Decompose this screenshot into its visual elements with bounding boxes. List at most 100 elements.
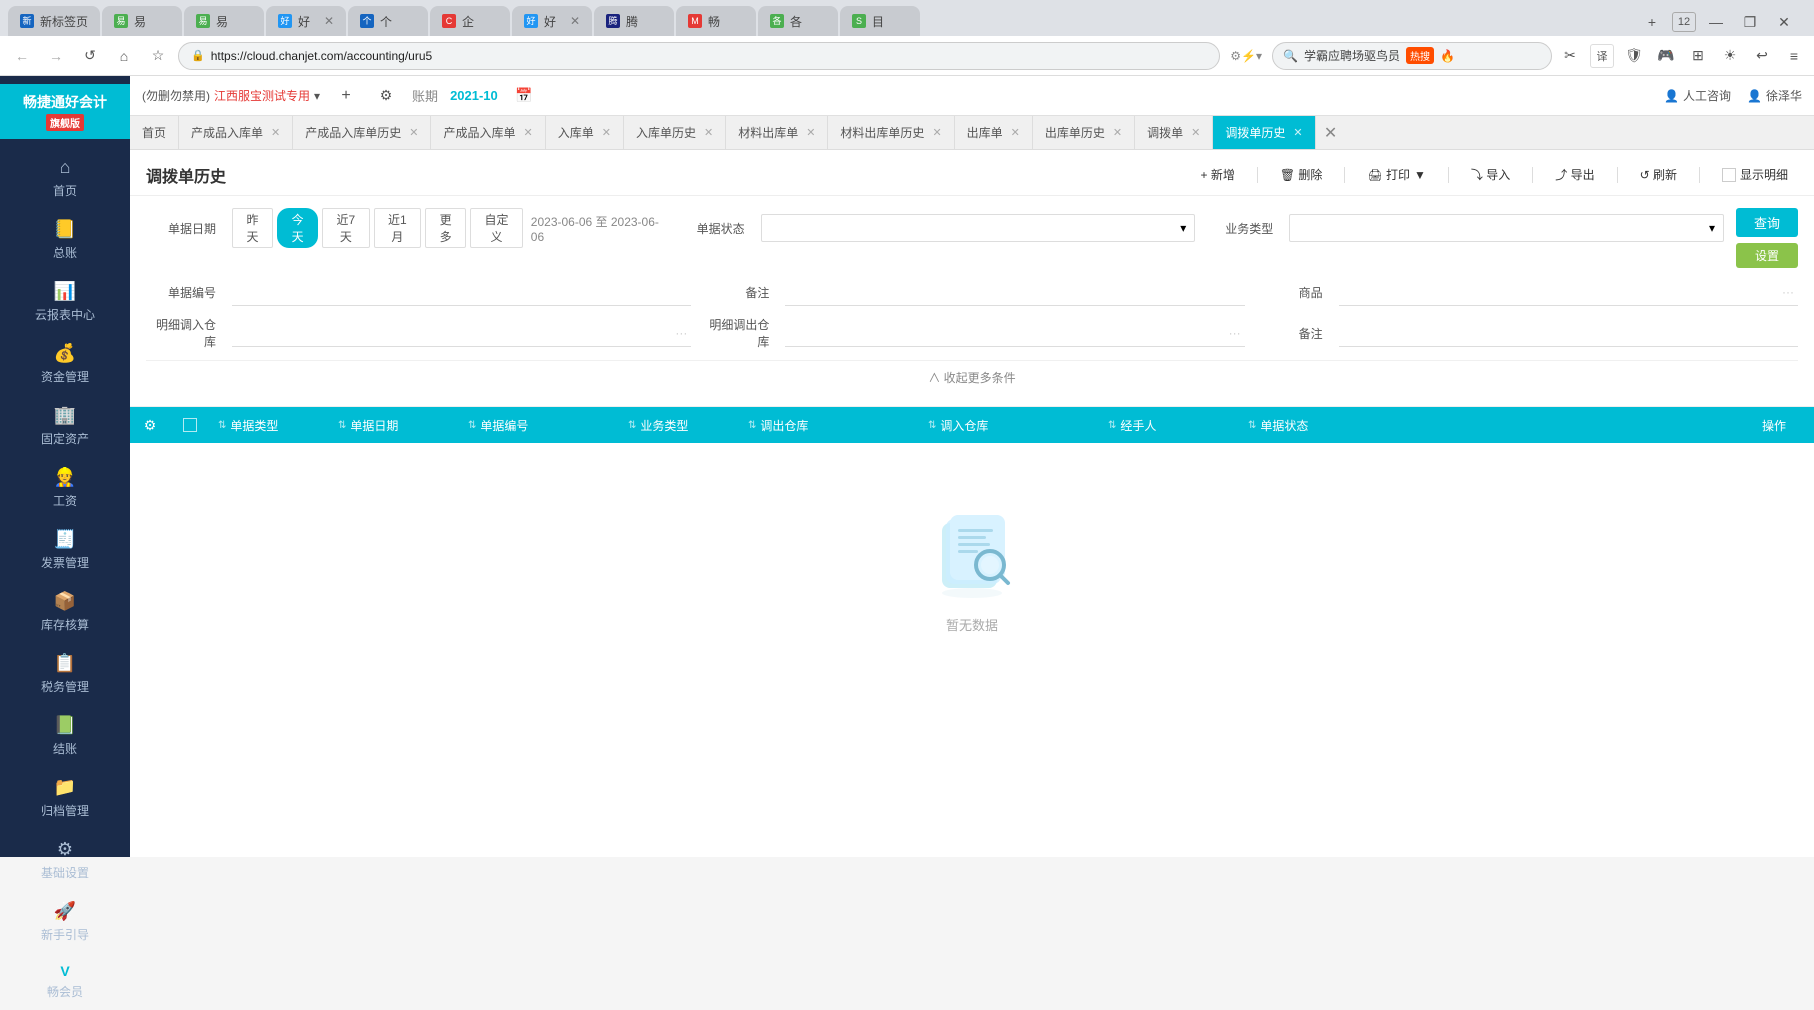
settings-btn[interactable]: 设置 (1736, 243, 1798, 268)
th-check[interactable] (170, 410, 210, 440)
nav-tab-purchase-in2[interactable]: 产成品入库单 ✕ (431, 116, 545, 149)
back-btn[interactable]: ← (8, 42, 36, 70)
tab-close-7[interactable]: ✕ (570, 14, 580, 28)
th-doc-num[interactable]: ⇅ 单据编号 (460, 409, 620, 442)
nav-tab-transfer-hist-close[interactable]: ✕ (1293, 126, 1302, 139)
sidebar-item-assets[interactable]: 🏢 固定资产 (0, 395, 130, 457)
nav-tab-purchase-in-close[interactable]: ✕ (271, 126, 280, 139)
delete-btn[interactable]: 🗑 删除 (1270, 162, 1333, 187)
th-doc-status[interactable]: ⇅ 单据状态 (1240, 409, 1734, 442)
nav-tab-purchase-in-hist-close[interactable]: ✕ (409, 126, 418, 139)
nav-tab-transfer-hist[interactable]: 调拨单历史 ✕ (1213, 116, 1315, 149)
tab-10[interactable]: 各 各 (758, 6, 838, 36)
detail-in-picker[interactable]: ··· (232, 319, 691, 347)
th-doc-type[interactable]: ⇅ 单据类型 (210, 409, 330, 442)
nav-tab-purchase-in[interactable]: 产成品入库单 ✕ (179, 116, 293, 149)
add-company-btn[interactable]: + (332, 82, 360, 110)
date-btn-custom[interactable]: 自定义 (470, 208, 523, 248)
bookmark-btn[interactable]: ☆ (144, 42, 172, 70)
nav-tab-purchase-in-hist[interactable]: 产成品入库单历史 ✕ (293, 116, 431, 149)
sidebar-item-reports[interactable]: 📊 云报表中心 (0, 271, 130, 333)
menu-icon[interactable]: ≡ (1782, 44, 1806, 68)
user-avatar[interactable]: 👤 徐泽华 (1747, 87, 1802, 104)
collapse-btn[interactable]: ∧ 收起更多条件 (146, 360, 1798, 394)
nav-tab-out[interactable]: 出库单 ✕ (955, 116, 1033, 149)
nav-tab-in-close[interactable]: ✕ (602, 126, 611, 139)
tab-area-close-btn[interactable]: ✕ (1316, 118, 1346, 148)
biztype-filter-select[interactable]: ▾ (1289, 214, 1724, 242)
nav-tab-transfer-close[interactable]: ✕ (1191, 126, 1200, 139)
date-btn-1month[interactable]: 近1月 (374, 208, 421, 248)
nav-tab-out-close[interactable]: ✕ (1011, 126, 1020, 139)
date-btn-today[interactable]: 今天 (277, 208, 318, 248)
gamepad-icon[interactable]: 🎮 (1654, 44, 1678, 68)
sidebar-item-home[interactable]: ⌂ 首页 (0, 147, 130, 209)
th-doc-date[interactable]: ⇅ 单据日期 (330, 409, 460, 442)
tab-6[interactable]: C 企 (430, 6, 510, 36)
shield-icon[interactable]: 🛡 (1622, 44, 1646, 68)
company-selector[interactable]: (勿删勿禁用) 江西服宝测试专用 ▾ (142, 87, 320, 104)
sidebar-item-closing[interactable]: 📗 结账 (0, 705, 130, 767)
search-bar[interactable]: 🔍 学霸应聘场驱鸟员 热搜 🔥 (1272, 42, 1552, 70)
nav-tab-in-hist[interactable]: 入库单历史 ✕ (624, 116, 726, 149)
window-max-btn[interactable]: ❐ (1736, 8, 1764, 36)
tab-4[interactable]: 好 好 ✕ (266, 6, 346, 36)
sidebar-item-inventory[interactable]: 📦 库存核算 (0, 581, 130, 643)
reload-btn[interactable]: ↺ (76, 42, 104, 70)
remark-input[interactable] (785, 278, 1244, 306)
tab-7[interactable]: 好 好 ✕ (512, 6, 592, 36)
tab-11[interactable]: S 目 (840, 6, 920, 36)
nav-tab-mat-out-hist-close[interactable]: ✕ (932, 126, 941, 139)
sidebar-item-tax[interactable]: 📋 税务管理 (0, 643, 130, 705)
nav-tab-in[interactable]: 入库单 ✕ (546, 116, 624, 149)
date-btn-7days[interactable]: 近7天 (322, 208, 369, 248)
nav-tab-home[interactable]: 首页 (130, 116, 179, 149)
nav-tab-out-hist-close[interactable]: ✕ (1113, 126, 1122, 139)
tab-2[interactable]: 易 易 (102, 6, 182, 36)
search-btn[interactable]: 查询 (1736, 208, 1798, 237)
date-btn-yesterday[interactable]: 昨天 (232, 208, 273, 248)
tab-1[interactable]: 新 新标签页 (8, 6, 100, 36)
company-settings-btn[interactable]: ⚙ (372, 82, 400, 110)
th-biz-type[interactable]: ⇅ 业务类型 (620, 409, 740, 442)
sidebar-item-salary[interactable]: 👷 工资 (0, 457, 130, 519)
home-btn[interactable]: ⌂ (110, 42, 138, 70)
th-gear[interactable]: ⚙ (130, 409, 170, 442)
print-btn[interactable]: 🖨 打印 ▼ (1357, 162, 1435, 187)
docnum-input[interactable] (232, 278, 691, 306)
customer-service-btn[interactable]: 👤 人工咨询 (1664, 87, 1731, 104)
refresh-btn[interactable]: ↺ 刷新 (1630, 162, 1687, 187)
forward-btn[interactable]: → (42, 42, 70, 70)
new-btn[interactable]: + 新增 (1191, 162, 1245, 187)
sidebar-item-archive[interactable]: 📁 归档管理 (0, 767, 130, 829)
tab-5[interactable]: 个 个 (348, 6, 428, 36)
scissors-icon[interactable]: ✂ (1558, 44, 1582, 68)
grid-icon[interactable]: ⊞ (1686, 44, 1710, 68)
tab-close-4[interactable]: ✕ (324, 14, 334, 28)
remark2-input[interactable] (1339, 319, 1798, 347)
date-btn-more[interactable]: 更多 (425, 208, 466, 248)
nav-tab-purchase-in2-close[interactable]: ✕ (524, 126, 533, 139)
nav-tab-mat-out-hist[interactable]: 材料出库单历史 ✕ (828, 116, 954, 149)
sidebar-item-ledger[interactable]: 📒 总账 (0, 209, 130, 271)
sidebar-item-member[interactable]: V 畅会员 (0, 953, 130, 1010)
import-btn[interactable]: ⤵ 导入 (1461, 162, 1520, 187)
nav-tab-mat-out[interactable]: 材料出库单 ✕ (726, 116, 828, 149)
goods-picker[interactable]: ··· (1339, 278, 1798, 306)
tab-8[interactable]: 腾 腾 (594, 6, 674, 36)
nav-tab-mat-out-close[interactable]: ✕ (806, 126, 815, 139)
calendar-btn[interactable]: 📅 (510, 82, 538, 110)
window-min-btn[interactable]: — (1702, 8, 1730, 36)
tab-9[interactable]: M 畅 (676, 6, 756, 36)
sidebar-item-invoice[interactable]: 🧾 发票管理 (0, 519, 130, 581)
tab-3[interactable]: 易 易 (184, 6, 264, 36)
sun-icon[interactable]: ☀ (1718, 44, 1742, 68)
undo-icon[interactable]: ↩ (1750, 44, 1774, 68)
new-tab-btn[interactable]: + (1638, 8, 1666, 36)
status-filter-select[interactable]: ▾ (761, 214, 1196, 242)
th-out-warehouse[interactable]: ⇅ 调出仓库 (740, 409, 920, 442)
th-in-warehouse[interactable]: ⇅ 调入仓库 (920, 409, 1100, 442)
sidebar-item-settings[interactable]: ⚙ 基础设置 (0, 829, 130, 891)
nav-tab-out-hist[interactable]: 出库单历史 ✕ (1033, 116, 1135, 149)
export-btn[interactable]: ⤴ 导出 (1545, 162, 1604, 187)
